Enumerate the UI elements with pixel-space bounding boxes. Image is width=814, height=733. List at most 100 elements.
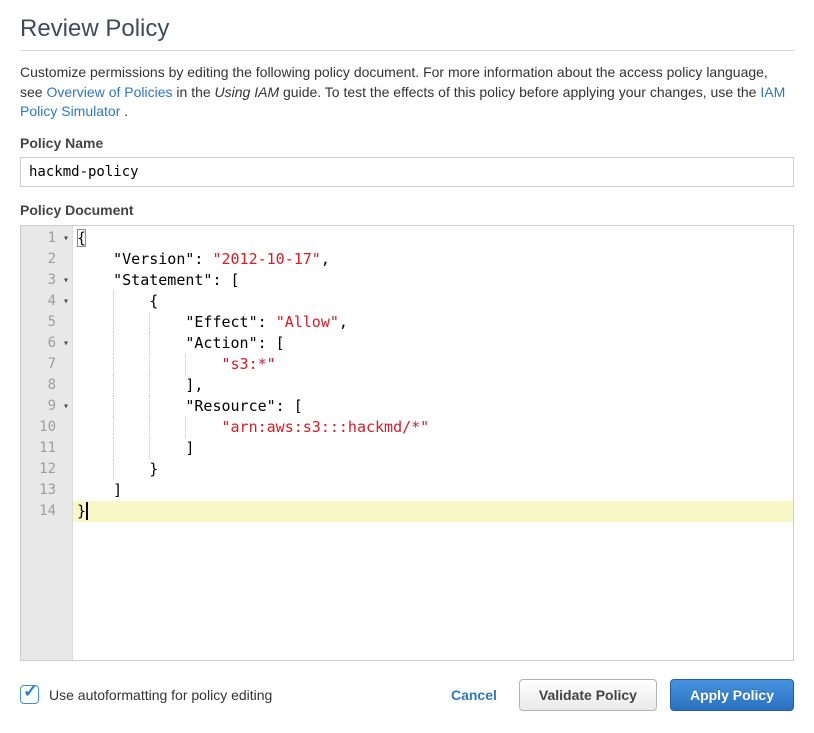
line-number: 10 <box>39 419 56 435</box>
validate-policy-button[interactable]: Validate Policy <box>519 679 657 711</box>
gutter-line: 12 <box>21 459 72 480</box>
autoformat-checkbox[interactable]: ✓ <box>20 685 39 704</box>
review-policy-page: Review Policy Customize permissions by e… <box>0 14 814 711</box>
policy-name-input[interactable] <box>20 157 794 187</box>
code-line[interactable]: { <box>73 228 793 249</box>
fold-caret-icon[interactable]: ▾ <box>63 292 69 311</box>
using-iam-italic: Using IAM <box>215 84 280 100</box>
code-text: ], <box>77 376 203 394</box>
indent-guide <box>113 438 114 459</box>
json-string: "2012-10-17" <box>212 250 320 268</box>
code-line[interactable]: "Statement": [ <box>73 270 793 291</box>
line-number: 5 <box>48 314 56 330</box>
gutter-line: 3▾ <box>21 270 72 291</box>
code-line[interactable]: ], <box>73 375 793 396</box>
line-number: 1 <box>48 230 56 246</box>
line-number: 6 <box>48 335 56 351</box>
code-line[interactable]: } <box>73 501 793 522</box>
indent-guide <box>149 354 150 375</box>
code-line[interactable]: "s3:*" <box>73 354 793 375</box>
gutter-line: 7 <box>21 354 72 375</box>
text-cursor <box>86 502 88 520</box>
indent-guide <box>113 333 114 354</box>
line-number: 4 <box>48 293 56 309</box>
code-line[interactable]: ] <box>73 480 793 501</box>
code-text: ] <box>77 439 194 457</box>
code-text: "Effect": <box>77 313 276 331</box>
policy-name-label: Policy Name <box>20 135 794 151</box>
gutter-line: 10 <box>21 417 72 438</box>
line-number: 12 <box>39 461 56 477</box>
code-text: "Version": <box>77 250 212 268</box>
indent-guide <box>149 396 150 417</box>
indent-guide <box>113 312 114 333</box>
footer-actions: Cancel Validate Policy Apply Policy <box>451 679 794 711</box>
gutter-line: 9▾ <box>21 396 72 417</box>
footer-bar: ✓ Use autoformatting for policy editing … <box>20 679 794 711</box>
code-text: "Statement": [ <box>77 271 240 289</box>
editor-gutter: 1▾23▾4▾56▾789▾1011121314 <box>21 226 73 660</box>
json-string: "Allow" <box>276 313 339 331</box>
indent-guide <box>113 417 114 438</box>
header-divider <box>20 50 794 51</box>
gutter-line: 14 <box>21 501 72 522</box>
fold-caret-icon[interactable]: ▾ <box>63 334 69 353</box>
fold-caret-icon[interactable]: ▾ <box>63 271 69 290</box>
check-icon: ✓ <box>23 681 38 702</box>
line-number: 9 <box>48 398 56 414</box>
intro-part-4: . <box>120 103 128 119</box>
indent-guide <box>113 354 114 375</box>
line-number: 7 <box>48 356 56 372</box>
code-text: { <box>77 292 158 310</box>
intro-text: Customize permissions by editing the fol… <box>20 63 794 122</box>
editor-code-area[interactable]: { "Version": "2012-10-17", "Statement": … <box>73 226 793 660</box>
indent-guide <box>113 396 114 417</box>
apply-policy-button[interactable]: Apply Policy <box>670 679 794 711</box>
code-text: ] <box>77 481 122 499</box>
code-text: , <box>321 250 330 268</box>
indent-guide <box>149 333 150 354</box>
gutter-line: 13 <box>21 480 72 501</box>
indent-guide <box>185 417 186 438</box>
code-line[interactable]: "arn:aws:s3:::hackmd/*" <box>73 417 793 438</box>
intro-part-3: guide. To test the effects of this polic… <box>279 84 760 100</box>
gutter-line: 2 <box>21 249 72 270</box>
code-line[interactable]: } <box>73 459 793 480</box>
json-string: "s3:*" <box>222 355 276 373</box>
indent-guide <box>113 459 114 480</box>
code-line[interactable]: "Version": "2012-10-17", <box>73 249 793 270</box>
page-title: Review Policy <box>20 14 794 43</box>
cancel-link[interactable]: Cancel <box>451 687 497 703</box>
gutter-line: 1▾ <box>21 228 72 249</box>
line-number: 3 <box>48 272 56 288</box>
overview-of-policies-link[interactable]: Overview of Policies <box>46 84 172 100</box>
code-text: "Resource": [ <box>77 397 303 415</box>
intro-part-2: in the <box>173 84 215 100</box>
autoformat-option: ✓ Use autoformatting for policy editing <box>20 685 272 704</box>
autoformat-label: Use autoformatting for policy editing <box>49 687 272 703</box>
code-text: } <box>77 502 86 520</box>
indent-guide <box>149 312 150 333</box>
code-text: } <box>77 460 158 478</box>
line-number: 14 <box>39 503 56 519</box>
indent-guide <box>149 417 150 438</box>
policy-document-label: Policy Document <box>20 202 794 218</box>
gutter-line: 8 <box>21 375 72 396</box>
line-number: 2 <box>48 251 56 267</box>
code-line[interactable]: { <box>73 291 793 312</box>
code-line[interactable]: "Resource": [ <box>73 396 793 417</box>
gutter-line: 5 <box>21 312 72 333</box>
indent-guide <box>149 375 150 396</box>
gutter-line: 6▾ <box>21 333 72 354</box>
gutter-line: 4▾ <box>21 291 72 312</box>
code-line[interactable]: ] <box>73 438 793 459</box>
fold-caret-icon[interactable]: ▾ <box>63 397 69 416</box>
code-line[interactable]: "Action": [ <box>73 333 793 354</box>
code-text: { <box>77 229 86 247</box>
code-line[interactable]: "Effect": "Allow", <box>73 312 793 333</box>
code-text: "Action": [ <box>77 334 285 352</box>
fold-caret-icon[interactable]: ▾ <box>63 229 69 248</box>
policy-document-editor[interactable]: 1▾23▾4▾56▾789▾1011121314 { "Version": "2… <box>20 225 794 661</box>
indent-guide <box>113 291 114 312</box>
json-string: "arn:aws:s3:::hackmd/*" <box>222 418 430 436</box>
